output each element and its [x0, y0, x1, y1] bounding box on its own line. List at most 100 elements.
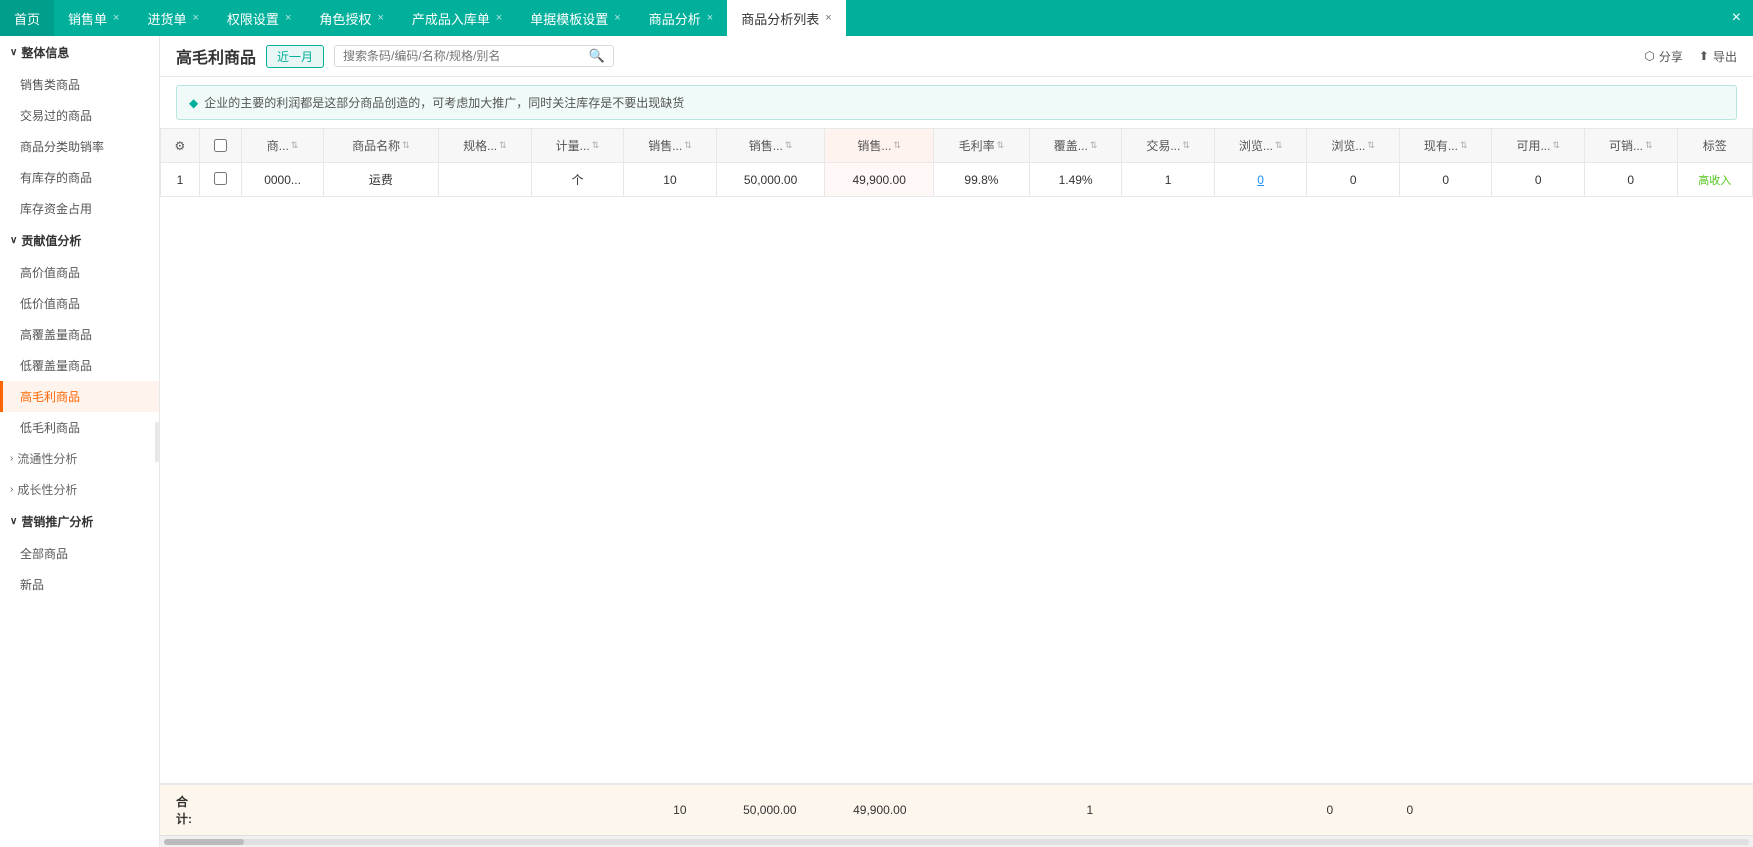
footer-profit: 49,900.00: [817, 803, 907, 817]
sidebar-item-in-stock[interactable]: 有库存的商品: [0, 162, 159, 193]
select-all-checkbox[interactable]: [214, 139, 227, 152]
row-unit: 个: [531, 163, 624, 197]
search-box: 🔍: [334, 45, 614, 67]
sidebar-item-category-rate[interactable]: 商品分类助销率: [0, 131, 159, 162]
row-available-stock: 0: [1492, 163, 1585, 197]
col-transactions[interactable]: 交易... ⇅: [1122, 129, 1215, 163]
col-views1[interactable]: 浏览... ⇅: [1214, 129, 1307, 163]
sidebar-item-high-value[interactable]: 高价值商品: [0, 257, 159, 288]
col-sellable-stock[interactable]: 可销... ⇅: [1585, 129, 1678, 163]
close-analysis-tab[interactable]: ×: [707, 12, 713, 24]
footer-available: 0: [1407, 803, 1467, 817]
sort-coverage-icon[interactable]: ⇅: [1090, 140, 1098, 151]
col-sales-amount[interactable]: 销售... ⇅: [716, 129, 825, 163]
close-inbound-tab[interactable]: ×: [496, 12, 502, 24]
col-unit[interactable]: 计量... ⇅: [531, 129, 624, 163]
sidebar-item-sales-goods[interactable]: 销售类商品: [0, 69, 159, 100]
close-sales-tab[interactable]: ×: [113, 12, 119, 24]
sidebar-item-low-coverage[interactable]: 低覆盖量商品: [0, 350, 159, 381]
row-select-checkbox[interactable]: [214, 172, 227, 185]
sidebar-group-marketing[interactable]: ∨ 营销推广分析: [0, 505, 159, 538]
sidebar-collapse-button[interactable]: «: [155, 422, 160, 462]
scrollbar-thumb[interactable]: [164, 839, 244, 845]
search-input[interactable]: [343, 49, 589, 63]
close-roles-tab[interactable]: ×: [377, 12, 383, 24]
nav-roles[interactable]: 角色授权 ×: [305, 0, 397, 36]
sidebar-item-traded-goods[interactable]: 交易过的商品: [0, 100, 159, 131]
footer-values: 10 50,000.00 49,900.00 1 0 0: [223, 803, 1737, 817]
content-header: 高毛利商品 近一月 🔍 ⬡ 分享 ⬆ 导出: [160, 36, 1753, 77]
sidebar-item-low-value[interactable]: 低价值商品: [0, 288, 159, 319]
sort-current-icon[interactable]: ⇅: [1460, 140, 1468, 151]
col-checkbox[interactable]: [199, 129, 242, 163]
nav-template[interactable]: 单据模板设置 ×: [516, 0, 634, 36]
nav-permissions[interactable]: 权限设置 ×: [213, 0, 305, 36]
share-icon: ⬡: [1644, 49, 1654, 63]
col-current-stock[interactable]: 现有... ⇅: [1399, 129, 1492, 163]
row-num: 1: [161, 163, 200, 197]
col-spec[interactable]: 规格... ⇅: [439, 129, 532, 163]
col-available-stock[interactable]: 可用... ⇅: [1492, 129, 1585, 163]
sort-margin-icon[interactable]: ⇅: [997, 140, 1005, 151]
col-code[interactable]: 商... ⇅: [242, 129, 323, 163]
col-settings[interactable]: ⚙: [161, 129, 200, 163]
col-views2[interactable]: 浏览... ⇅: [1307, 129, 1400, 163]
col-sales-profit[interactable]: 销售... ⇅: [825, 129, 934, 163]
sidebar: « ∨ 整体信息 销售类商品 交易过的商品 商品分类助销率 有库存的商品 库存资…: [0, 36, 160, 847]
col-gross-margin[interactable]: 毛利率 ⇅: [934, 129, 1030, 163]
sidebar-group-overall[interactable]: ∨ 整体信息: [0, 36, 159, 69]
main-layout: « ∨ 整体信息 销售类商品 交易过的商品 商品分类助销率 有库存的商品 库存资…: [0, 36, 1753, 847]
col-sales-qty[interactable]: 销售... ⇅: [624, 129, 717, 163]
sidebar-item-high-coverage[interactable]: 高覆盖量商品: [0, 319, 159, 350]
nav-product-analysis-list[interactable]: 商品分析列表 ×: [727, 0, 845, 36]
horizontal-scrollbar[interactable]: [160, 835, 1753, 847]
sidebar-item-stock-capital[interactable]: 库存资金占用: [0, 193, 159, 224]
data-table-wrapper[interactable]: ⚙ 商... ⇅ 商品名称: [160, 128, 1753, 783]
scrollbar-track[interactable]: [164, 839, 1749, 845]
close-analysis-list-tab[interactable]: ×: [825, 12, 831, 24]
nav-inbound[interactable]: 产成品入库单 ×: [398, 0, 516, 36]
sort-sellable-icon[interactable]: ⇅: [1645, 140, 1653, 151]
sidebar-item-low-margin[interactable]: 低毛利商品: [0, 412, 159, 443]
footer-amount: 50,000.00: [707, 803, 797, 817]
close-template-tab[interactable]: ×: [614, 12, 620, 24]
sort-qty-icon[interactable]: ⇅: [684, 140, 692, 151]
close-purchase-tab[interactable]: ×: [192, 12, 198, 24]
sidebar-group-growth[interactable]: › 成长性分析: [0, 474, 159, 505]
nav-home[interactable]: 首页: [0, 0, 54, 36]
sort-available-icon[interactable]: ⇅: [1552, 140, 1560, 151]
nav-sales[interactable]: 销售单 ×: [54, 0, 133, 36]
row-views1[interactable]: 0: [1214, 163, 1307, 197]
sidebar-item-high-margin[interactable]: 高毛利商品: [0, 381, 159, 412]
export-button[interactable]: ⬆ 导出: [1699, 48, 1737, 65]
nav-purchase[interactable]: 进货单 ×: [133, 0, 212, 36]
sort-profit-icon[interactable]: ⇅: [893, 140, 901, 151]
row-checkbox[interactable]: [199, 163, 242, 197]
share-button[interactable]: ⬡ 分享: [1644, 48, 1683, 65]
sort-transactions-icon[interactable]: ⇅: [1182, 140, 1190, 151]
nav-product-analysis[interactable]: 商品分析 ×: [635, 0, 727, 36]
sort-amount-icon[interactable]: ⇅: [785, 140, 793, 151]
col-coverage[interactable]: 覆盖... ⇅: [1029, 129, 1122, 163]
sidebar-item-new-goods[interactable]: 新品: [0, 569, 159, 600]
sort-code-icon[interactable]: ⇅: [291, 140, 299, 151]
sort-views2-icon[interactable]: ⇅: [1367, 140, 1375, 151]
sort-views1-icon[interactable]: ⇅: [1275, 140, 1283, 151]
top-navigation: 首页 销售单 × 进货单 × 权限设置 × 角色授权 × 产成品入库单 × 单据…: [0, 0, 1753, 36]
filter-month-button[interactable]: 近一月: [266, 45, 324, 68]
close-permissions-tab[interactable]: ×: [285, 12, 291, 24]
diamond-icon: ◆: [189, 96, 198, 110]
window-close-button[interactable]: ×: [1720, 0, 1753, 36]
arrow-right-icon: ›: [10, 453, 13, 464]
col-name[interactable]: 商品名称 ⇅: [323, 129, 438, 163]
sidebar-item-all-goods[interactable]: 全部商品: [0, 538, 159, 569]
row-sales-profit: 49,900.00: [825, 163, 934, 197]
sort-name-icon[interactable]: ⇅: [402, 140, 410, 151]
sidebar-group-liquidity[interactable]: › 流通性分析: [0, 443, 159, 474]
header-actions: ⬡ 分享 ⬆ 导出: [1644, 48, 1737, 65]
search-icon[interactable]: 🔍: [589, 48, 605, 64]
sort-unit-icon[interactable]: ⇅: [592, 140, 600, 151]
sidebar-group-contribution[interactable]: ∨ 贡献值分析: [0, 224, 159, 257]
sort-spec-icon[interactable]: ⇅: [499, 140, 507, 151]
col-tag[interactable]: 标签: [1677, 129, 1752, 163]
